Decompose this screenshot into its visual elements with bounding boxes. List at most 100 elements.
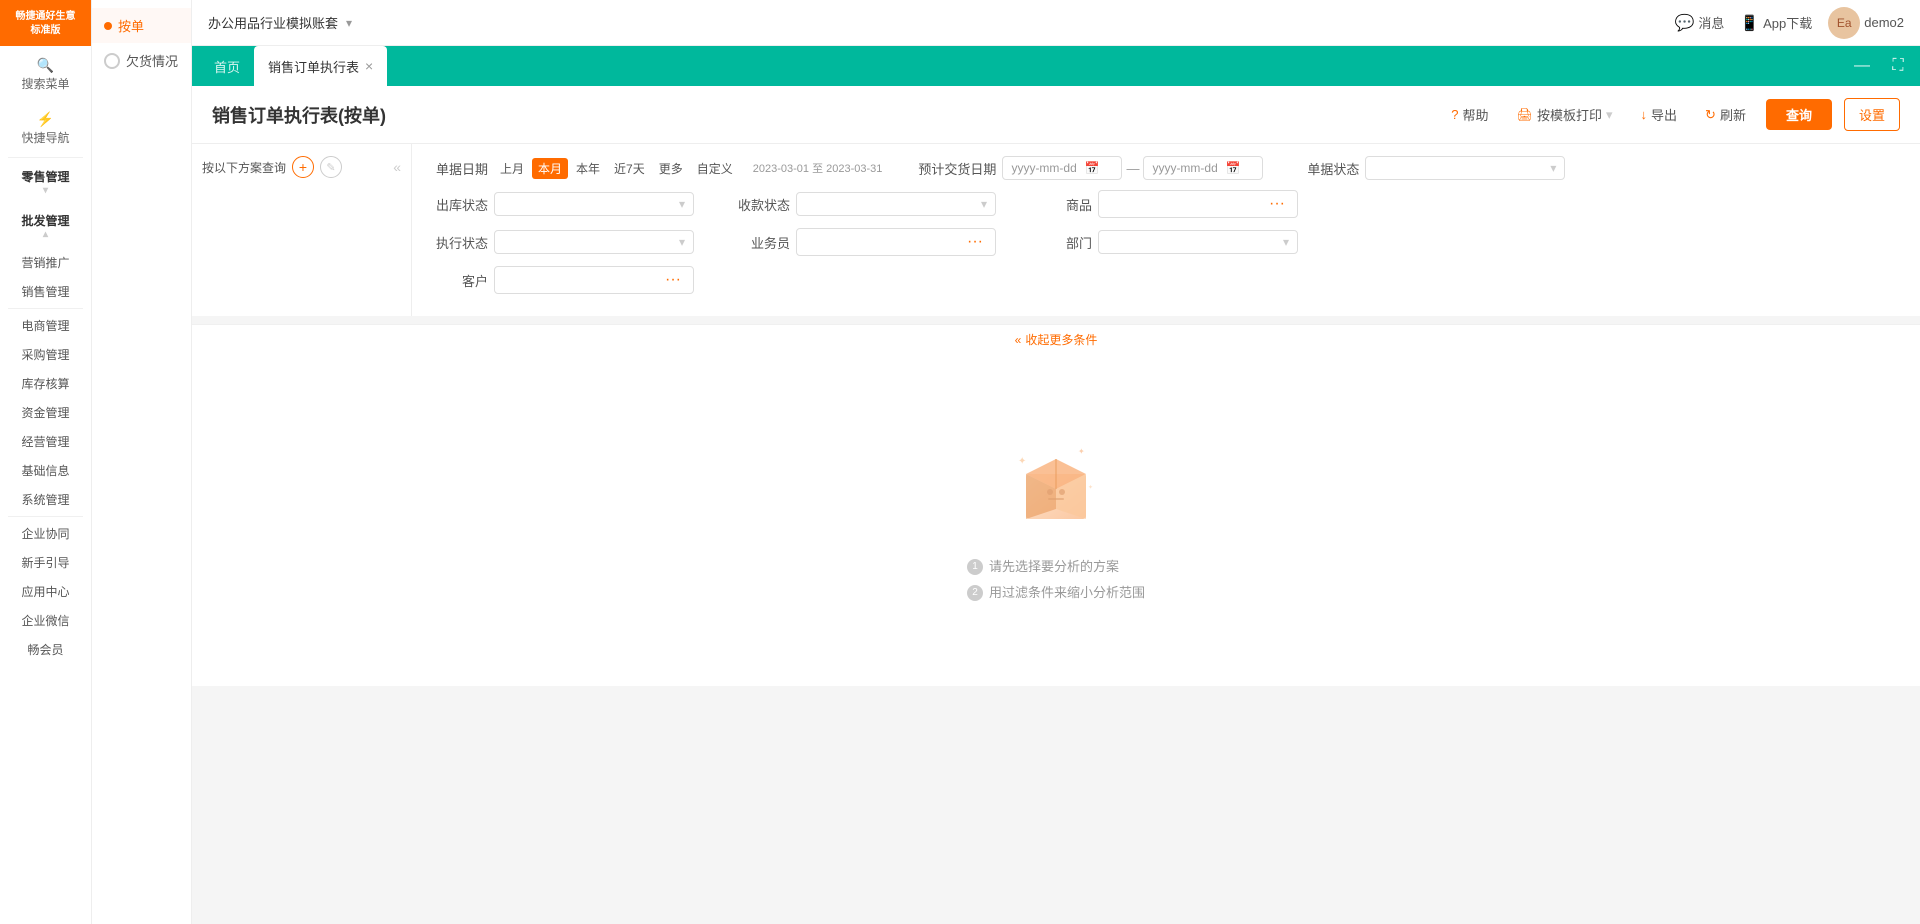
sidebar-item-apps-label: 应用中心 [21,583,69,600]
tabbar-actions: — ⛶ [1848,52,1912,80]
add-icon: + [299,159,307,175]
print-btn[interactable]: 🖨 按模板打印 ▾ [1508,101,1620,128]
delivery-date-end[interactable]: yyyy-mm-dd 📅 [1143,156,1263,180]
empty-tip-2-text: 用过滤条件来缩小分析范围 [989,580,1145,606]
shortcut-last-month[interactable]: 上月 [494,158,530,179]
shortcut-more[interactable]: 更多 [653,158,689,179]
filter-row-1: 单据日期 上月 本月 本年 近7天 更多 自定义 2023-03-01 至 20… [428,156,1904,180]
sidebar-item-enterprise[interactable]: 企业协同 [0,519,91,548]
calendar-icon-2: 📅 [1226,161,1241,175]
order-status-label: 单据状态 [1299,159,1359,178]
sub-sidebar-item-order[interactable]: 按单 [92,8,191,43]
order-status-arrow: ▾ [1550,161,1556,175]
empty-state: ✦ ✦ ✦ 1 请先选择要分析的方案 2 用过滤条件来缩小分析范围 [192,354,1920,686]
sidebar-search[interactable]: 🔍 搜索菜单 [0,46,91,102]
sidebar-item-ecommerce[interactable]: 电商管理 [0,311,91,340]
salesperson-dots-btn[interactable]: ··· [963,233,987,251]
goods-label: 商品 [1032,195,1092,214]
sidebar-item-apps[interactable]: 应用中心 [0,577,91,606]
customer-dots-btn[interactable]: ··· [661,271,685,289]
customer-select[interactable]: ··· [494,266,694,294]
sidebar-item-wechat[interactable]: 企业微信 [0,606,91,635]
sidebar-item-system[interactable]: 系统管理 [0,485,91,514]
refresh-label: 刷新 [1720,105,1746,124]
refresh-btn[interactable]: ↻ 刷新 [1697,101,1754,128]
topbar-username: demo2 [1864,15,1904,30]
tab-home[interactable]: 首页 [200,46,254,86]
refresh-icon: ↻ [1705,107,1716,123]
topbar-message[interactable]: 💬 消息 [1674,13,1724,33]
help-icon: ? [1451,107,1458,122]
svg-text:✦: ✦ [1088,484,1093,491]
topbar-user[interactable]: Ea demo2 [1828,7,1904,39]
shortcut-this-year[interactable]: 本年 [570,158,606,179]
collapse-row[interactable]: « 收起更多条件 [192,324,1920,354]
filter-salesperson: 业务员 ··· [730,228,996,256]
help-btn[interactable]: ? 帮助 [1443,101,1496,128]
salesperson-select[interactable]: ··· [796,228,996,256]
department-select[interactable]: ▾ [1098,230,1298,254]
collapse-icon: « [1015,333,1022,347]
sidebar-item-enterprise-label: 企业协同 [21,525,69,542]
sidebar-item-guide[interactable]: 新手引导 [0,548,91,577]
sidebar-item-member-label: 畅会员 [27,641,63,658]
date-end-placeholder: yyyy-mm-dd [1152,161,1217,175]
shortcut-7days[interactable]: 近7天 [608,158,651,179]
department-arrow: ▾ [1283,235,1289,249]
sidebar-item-marketing[interactable]: 营销推广 [0,248,91,277]
page-header-actions: ? 帮助 🖨 按模板打印 ▾ ↓ 导出 ↻ 刷新 查询 设置 [1443,98,1900,143]
delivery-status-label: 出库状态 [428,195,488,214]
exec-status-arrow: ▾ [679,235,685,249]
export-icon: ↓ [1641,107,1648,122]
sidebar-item-marketing-label: 营销推广 [21,254,69,271]
sidebar-item-purchase[interactable]: 采购管理 [0,340,91,369]
sidebar-item-member[interactable]: 畅会员 [0,635,91,664]
topbar-app-download[interactable]: 📱 App下载 [1740,13,1812,32]
sidebar-item-retail[interactable]: 零售管理 ▾ [0,160,91,204]
topbar-app-label: App下载 [1763,13,1812,32]
department-label: 部门 [1032,233,1092,252]
filter-date: 单据日期 上月 本月 本年 近7天 更多 自定义 2023-03-01 至 20… [428,158,882,179]
order-status-select[interactable]: ▾ [1365,156,1565,180]
exec-status-label: 执行状态 [428,233,488,252]
edit-scheme-btn[interactable]: ✎ [320,156,342,178]
print-dropdown-icon[interactable]: ▾ [1606,107,1613,123]
sidebar-item-wholesale[interactable]: 批发管理 ▴ [0,204,91,248]
svg-text:✦: ✦ [1018,456,1026,467]
date-start-placeholder: yyyy-mm-dd [1011,161,1076,175]
sidebar-item-basic[interactable]: 基础信息 [0,456,91,485]
tab-maximize-btn[interactable]: ⛶ [1884,52,1912,80]
sidebar-item-finance-label: 资金管理 [21,404,69,421]
page-header: 销售订单执行表(按单) ? 帮助 🖨 按模板打印 ▾ ↓ 导出 ↻ 刷新 [192,86,1920,144]
delivery-status-arrow: ▾ [679,197,685,211]
chevron-up-icon: ▴ [43,229,48,240]
search-btn[interactable]: 查询 [1766,99,1832,130]
shortcut-this-month[interactable]: 本月 [532,158,568,179]
tab-home-label: 首页 [214,57,240,76]
topbar-dropdown-icon[interactable]: ▾ [346,16,352,30]
collapse-sidebar-btn[interactable]: « [393,159,401,175]
sidebar-item-operations[interactable]: 经营管理 [0,427,91,456]
collapse-btn[interactable]: « 收起更多条件 [1015,331,1098,348]
maximize-icon: ⛶ [1892,57,1903,75]
shortcut-custom[interactable]: 自定义 [691,158,739,179]
goods-select[interactable]: ··· [1098,190,1298,218]
add-scheme-btn[interactable]: + [292,156,314,178]
tab-sales-order[interactable]: 销售订单执行表 × [254,46,387,86]
sidebar-item-inventory[interactable]: 库存核算 [0,369,91,398]
sidebar-item-sales[interactable]: 销售管理 [0,277,91,306]
print-icon: 🖨 [1516,107,1533,123]
goods-dots-btn[interactable]: ··· [1265,195,1289,213]
sidebar-item-finance[interactable]: 资金管理 [0,398,91,427]
sidebar-quick-nav[interactable]: ⚡ 快捷导航 [0,102,91,154]
settings-btn[interactable]: 设置 [1844,98,1900,131]
tab-close-icon[interactable]: × [365,59,373,73]
delivery-date-start[interactable]: yyyy-mm-dd 📅 [1002,156,1122,180]
topbar-title: 办公用品行业模拟账套 [208,13,338,32]
export-btn[interactable]: ↓ 导出 [1633,101,1686,128]
payment-status-select[interactable]: ▾ [796,192,996,216]
sub-sidebar-item-backorder[interactable]: 欠货情况 [92,43,191,78]
exec-status-select[interactable]: ▾ [494,230,694,254]
delivery-status-select[interactable]: ▾ [494,192,694,216]
tab-minimize-btn[interactable]: — [1848,52,1876,80]
